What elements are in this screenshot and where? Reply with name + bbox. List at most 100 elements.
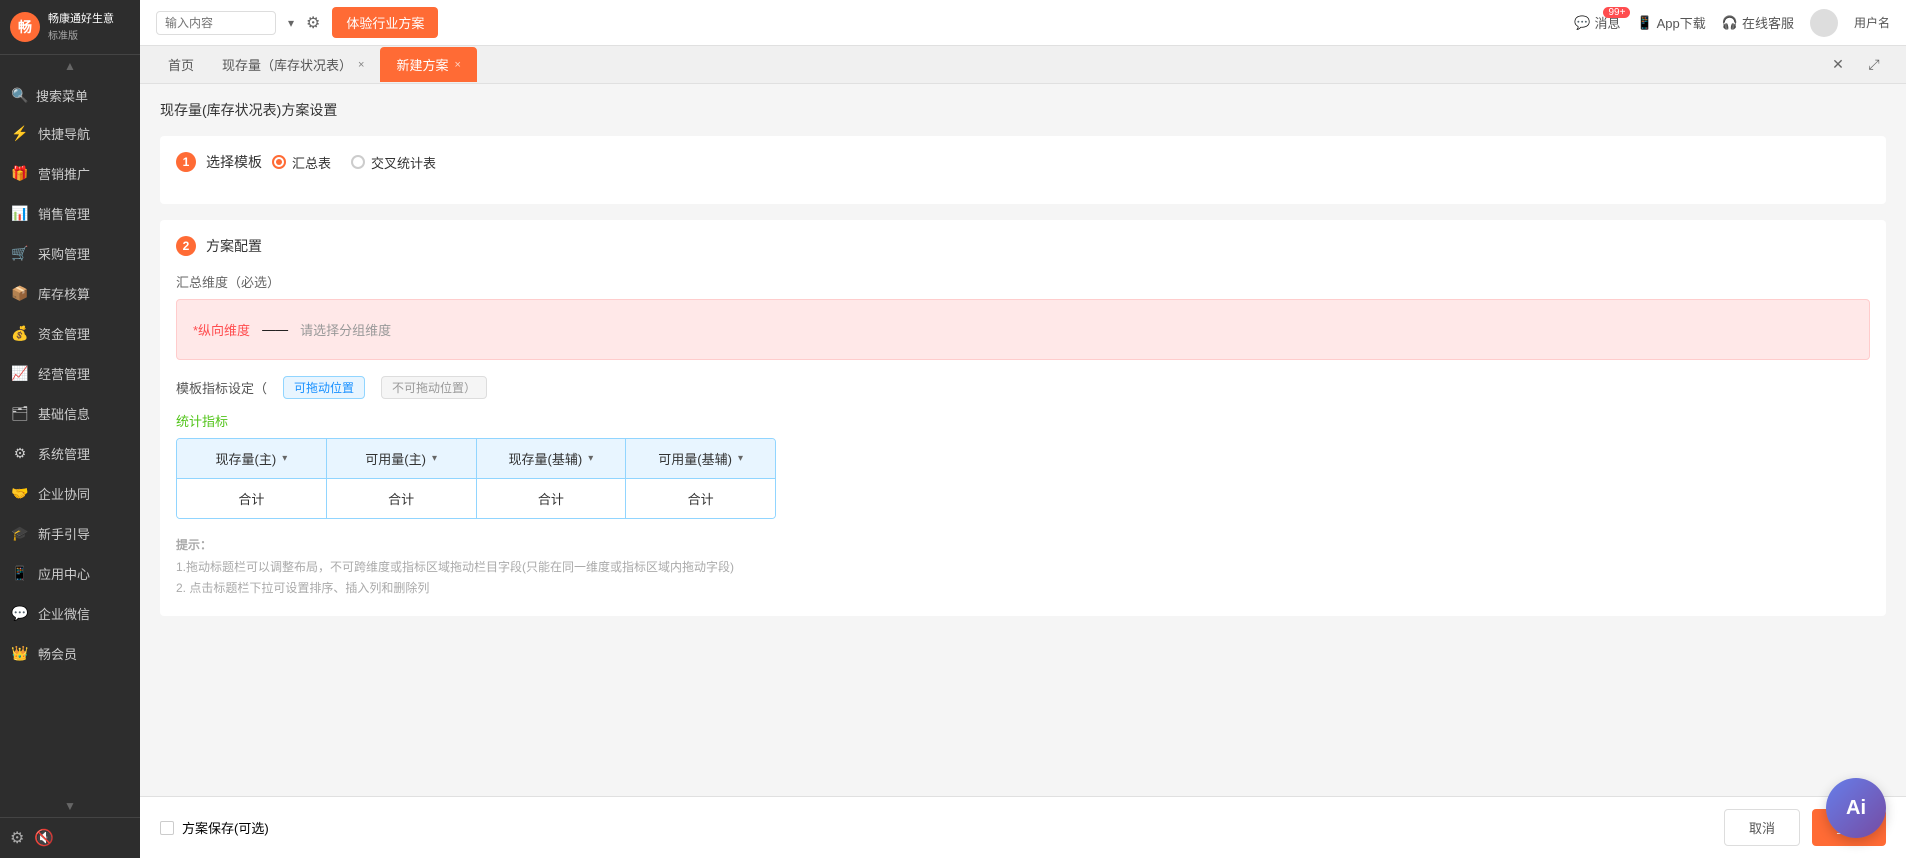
step1-header: 1 选择模板 汇总表 交叉统计表 bbox=[176, 152, 1870, 172]
sidebar-item-wechat[interactable]: 💬 企业微信 bbox=[0, 593, 140, 633]
sidebar-item-label: 系统管理 bbox=[38, 444, 90, 463]
brand-name: 畅康通好生意 bbox=[48, 12, 114, 26]
sidebar-scroll-up[interactable]: ▲ bbox=[0, 55, 140, 77]
stats-cell-4: 合计 bbox=[626, 479, 775, 518]
indicator-draggable-badge: 可拖动位置 bbox=[283, 376, 365, 399]
marketing-icon: 🎁 bbox=[10, 163, 30, 183]
avatar[interactable] bbox=[1810, 9, 1838, 37]
sidebar-item-sys-mgmt[interactable]: ⚙ 系统管理 bbox=[0, 433, 140, 473]
step1-label: 选择模板 bbox=[206, 152, 262, 172]
stats-col-1[interactable]: 现存量(主) ▾ bbox=[177, 439, 327, 478]
step1-num: 1 bbox=[176, 152, 196, 172]
sidebar-item-label: 企业微信 bbox=[38, 604, 90, 623]
brand-icon: 畅 bbox=[10, 12, 40, 42]
sidebar-item-enterprise[interactable]: 🤝 企业协同 bbox=[0, 473, 140, 513]
cancel-button[interactable]: 取消 bbox=[1724, 809, 1800, 846]
stats-col-4[interactable]: 可用量(基辅) ▾ bbox=[626, 439, 775, 478]
ai-bubble[interactable]: Ai bbox=[1826, 778, 1886, 838]
sidebar-item-quick-nav[interactable]: ⚡ 快捷导航 bbox=[0, 113, 140, 153]
stats-col-3-chevron[interactable]: ▾ bbox=[588, 453, 593, 464]
tab-new-scheme[interactable]: 新建方案 × bbox=[380, 47, 476, 82]
sound-footer-icon[interactable]: 🔇 bbox=[34, 828, 54, 848]
settings-footer-icon[interactable]: ⚙ bbox=[10, 828, 24, 848]
stats-col-2-chevron[interactable]: ▾ bbox=[432, 453, 437, 464]
dim-placeholder: 请选择分组维度 bbox=[300, 320, 391, 339]
sidebar-scroll-down[interactable]: ▼ bbox=[0, 795, 140, 817]
window-close-btn[interactable]: ✕ bbox=[1822, 49, 1854, 81]
tab-inventory-status-close[interactable]: × bbox=[358, 59, 364, 71]
topbar-dropdown-icon[interactable]: ▾ bbox=[288, 16, 294, 30]
topbar-right: 💬 消息 99+ 📱 App下载 🎧 在线客服 用户名 bbox=[1574, 9, 1890, 37]
topbar-msg[interactable]: 💬 消息 99+ bbox=[1574, 13, 1620, 32]
sidebar-item-search-menu[interactable]: 🔍 搜索菜单 bbox=[0, 77, 140, 113]
sidebar-item-label: 畅会员 bbox=[38, 644, 77, 663]
sidebar: 畅 畅康通好生意 标准版 ▲ 🔍 搜索菜单 ⚡ 快捷导航 🎁 营销推广 📊 销售… bbox=[0, 0, 140, 858]
trial-btn[interactable]: 体验行业方案 bbox=[332, 7, 438, 38]
sidebar-item-label: 经营管理 bbox=[38, 364, 90, 383]
save-checkbox[interactable]: 方案保存(可选) bbox=[160, 818, 269, 837]
stats-col-4-chevron[interactable]: ▾ bbox=[738, 453, 743, 464]
sidebar-item-label: 企业协同 bbox=[38, 484, 90, 503]
operations-icon: 📈 bbox=[10, 363, 30, 383]
sidebar-item-operations[interactable]: 📈 经营管理 bbox=[0, 353, 140, 393]
tab-new-scheme-close[interactable]: × bbox=[454, 59, 460, 71]
tab-inventory-status[interactable]: 现存量（库存状况表） × bbox=[206, 47, 380, 82]
brand-sub: 标准版 bbox=[48, 27, 114, 42]
app-center-icon: 📱 bbox=[10, 563, 30, 583]
step2-header: 2 方案配置 bbox=[176, 236, 1870, 256]
sidebar-item-app-center[interactable]: 📱 应用中心 bbox=[0, 553, 140, 593]
sidebar-item-basic-info[interactable]: 🗂 基础信息 bbox=[0, 393, 140, 433]
sidebar-item-label: 快捷导航 bbox=[38, 124, 90, 143]
tips-area: 提示： 1.拖动标题栏可以调整布局，不可跨维度或指标区域拖动栏目字段(只能在同一… bbox=[176, 535, 1870, 600]
sidebar-item-inventory[interactable]: 📦 库存核算 bbox=[0, 273, 140, 313]
radio-summary[interactable]: 汇总表 bbox=[272, 153, 331, 172]
dim-required-mark: *纵向维度 bbox=[193, 320, 250, 339]
save-checkbox-box[interactable] bbox=[160, 821, 174, 835]
sidebar-item-label: 新手引导 bbox=[38, 524, 90, 543]
sidebar-item-label: 资金管理 bbox=[38, 324, 90, 343]
stats-col-2[interactable]: 可用量(主) ▾ bbox=[327, 439, 477, 478]
sidebar-item-sales[interactable]: 📊 销售管理 bbox=[0, 193, 140, 233]
sidebar-item-label: 销售管理 bbox=[38, 204, 90, 223]
topbar-gear-icon[interactable]: ⚙ bbox=[306, 13, 320, 33]
sidebar-item-member[interactable]: 👑 畅会员 bbox=[0, 633, 140, 673]
app-download-label: App下载 bbox=[1657, 13, 1706, 32]
radio-cross[interactable]: 交叉统计表 bbox=[351, 153, 436, 172]
sidebar-item-marketing[interactable]: 🎁 营销推广 bbox=[0, 153, 140, 193]
topbar-search-input[interactable] bbox=[156, 11, 276, 35]
sidebar-item-label: 库存核算 bbox=[38, 284, 90, 303]
stats-title: 统计指标 bbox=[176, 411, 1870, 430]
tab-home[interactable]: 首页 bbox=[156, 47, 206, 82]
step2-section: 2 方案配置 汇总维度（必选） *纵向维度 —— 请选择分组维度 模板指标设定（… bbox=[160, 220, 1886, 616]
radio-summary-label: 汇总表 bbox=[292, 153, 331, 172]
stats-table-body: 合计 合计 合计 合计 bbox=[177, 478, 775, 518]
tab-new-scheme-label: 新建方案 bbox=[396, 55, 448, 74]
tips-title: 提示： bbox=[176, 538, 212, 552]
save-checkbox-label: 方案保存(可选) bbox=[182, 818, 269, 837]
sidebar-item-finance[interactable]: 💰 资金管理 bbox=[0, 313, 140, 353]
radio-summary-circle bbox=[272, 155, 286, 169]
topbar-service[interactable]: 🎧 在线客服 bbox=[1722, 13, 1794, 32]
stats-table: 现存量(主) ▾ 可用量(主) ▾ 现存量(基辅) ▾ 可用量(基辅) ▾ bbox=[176, 438, 776, 519]
stats-col-3[interactable]: 现存量(基辅) ▾ bbox=[477, 439, 627, 478]
step1-section: 1 选择模板 汇总表 交叉统计表 bbox=[160, 136, 1886, 204]
dim-box[interactable]: *纵向维度 —— 请选择分组维度 bbox=[176, 299, 1870, 360]
purchase-icon: 🛒 bbox=[10, 243, 30, 263]
window-maximize-btn[interactable]: ⤢ bbox=[1858, 49, 1890, 81]
sidebar-item-purchase[interactable]: 🛒 采购管理 bbox=[0, 233, 140, 273]
bottom-bar: 方案保存(可选) 取消 查询 bbox=[140, 796, 1906, 858]
dim-section-label: 汇总维度（必选） bbox=[176, 272, 1870, 291]
sidebar-footer: ⚙ 🔇 bbox=[0, 817, 140, 858]
topbar-app-download[interactable]: 📱 App下载 bbox=[1636, 13, 1705, 32]
tips-item2: 2. 点击标题栏下拉可设置排序、插入列和删除列 bbox=[176, 578, 1870, 600]
stats-col-1-chevron[interactable]: ▾ bbox=[282, 453, 287, 464]
msg-icon: 💬 bbox=[1574, 15, 1590, 31]
service-icon: 🎧 bbox=[1722, 15, 1738, 31]
sidebar-item-guide[interactable]: 🎓 新手引导 bbox=[0, 513, 140, 553]
tips-item1: 1.拖动标题栏可以调整布局，不可跨维度或指标区域拖动栏目字段(只能在同一维度或指… bbox=[176, 557, 1870, 579]
sidebar-nav: 🔍 搜索菜单 ⚡ 快捷导航 🎁 营销推广 📊 销售管理 🛒 采购管理 📦 库存核… bbox=[0, 77, 140, 795]
username-label[interactable]: 用户名 bbox=[1854, 14, 1890, 31]
msg-badge: 99+ bbox=[1603, 7, 1630, 18]
inventory-icon: 📦 bbox=[10, 283, 30, 303]
member-icon: 👑 bbox=[10, 643, 30, 663]
